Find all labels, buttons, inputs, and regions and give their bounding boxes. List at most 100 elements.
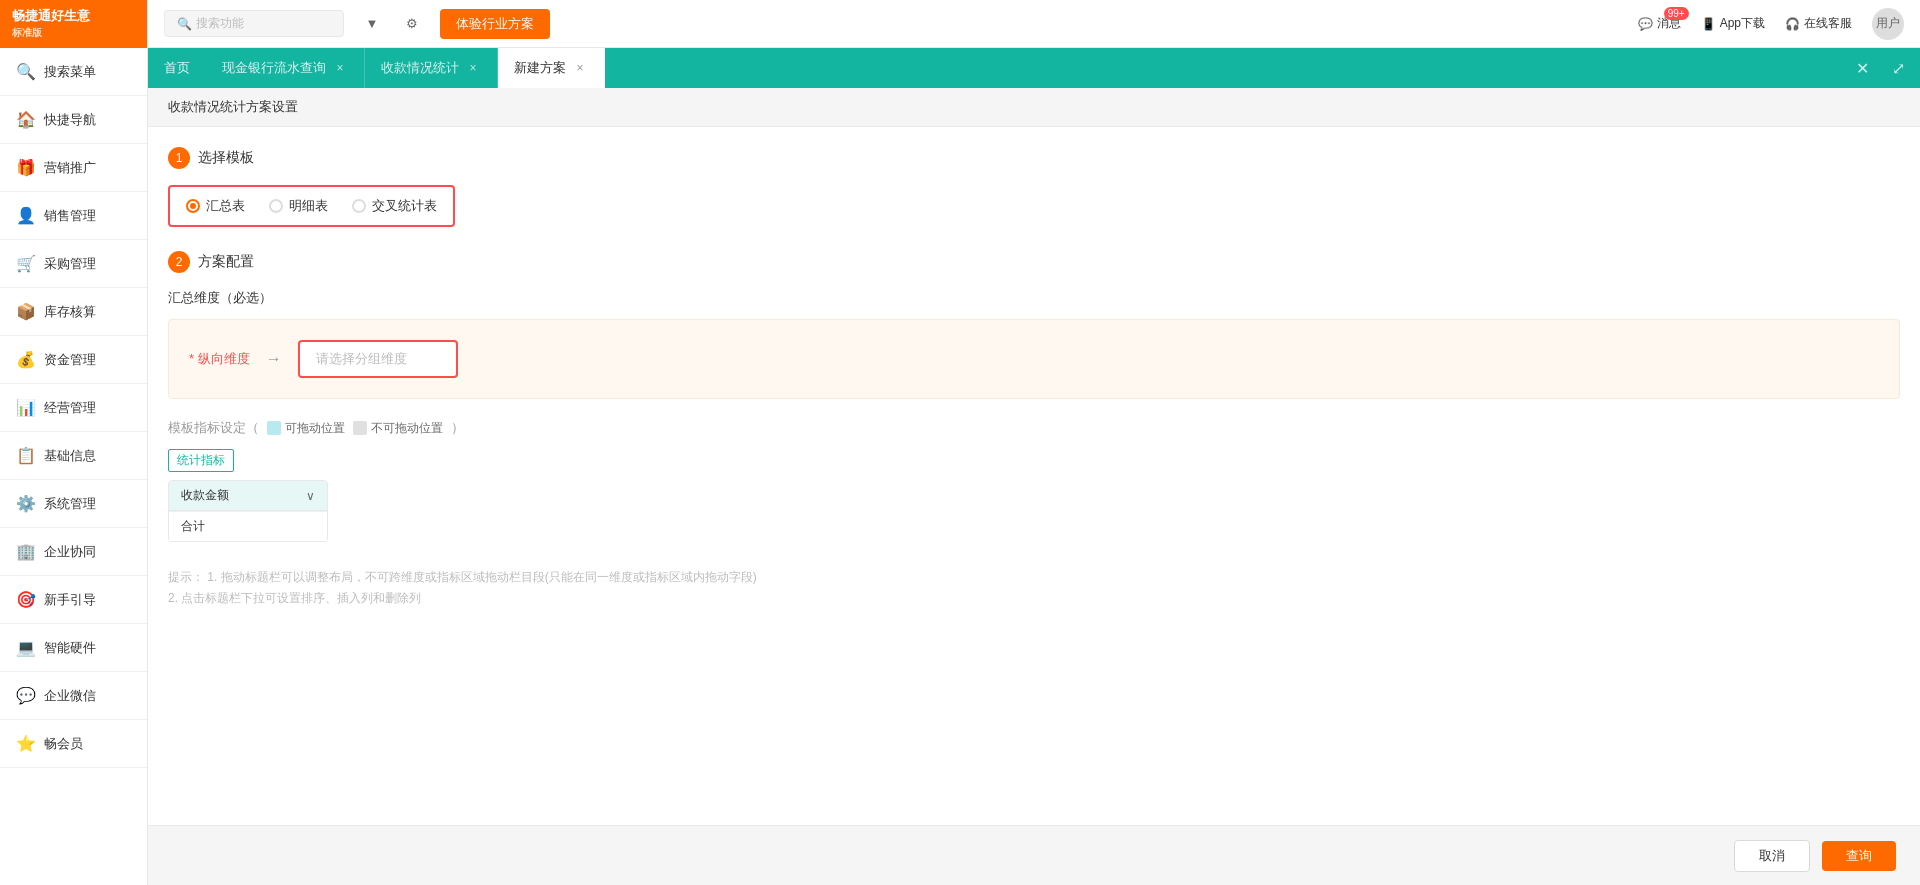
config-section: 汇总维度（必选） * 纵向维度 → 请选择分组维度 模板指标设定（ bbox=[168, 289, 1900, 607]
user-avatar[interactable]: 用户 bbox=[1872, 8, 1904, 40]
tip-item-2: 2. 点击标题栏下拉可设置排序、插入列和删除列 bbox=[168, 590, 1900, 607]
page-title: 收款情况统计方案设置 bbox=[148, 88, 1920, 127]
page-body: 1 选择模板 汇总表 明细表 交叉统计表 bbox=[148, 127, 1920, 825]
step1-title: 选择模板 bbox=[198, 149, 254, 167]
gift-icon: 🎁 bbox=[16, 158, 36, 178]
dropdown-arrow-icon[interactable]: ∨ bbox=[306, 489, 315, 503]
radio-circle-summary bbox=[186, 199, 200, 213]
sidebar-item-inventory[interactable]: 📦 库存核算 bbox=[0, 288, 147, 336]
dropdown-button[interactable]: ▼ bbox=[360, 12, 384, 36]
service-label: 在线客服 bbox=[1804, 15, 1852, 32]
radio-summary[interactable]: 汇总表 bbox=[186, 197, 245, 215]
step2-title: 方案配置 bbox=[198, 253, 254, 271]
cancel-button[interactable]: 取消 bbox=[1734, 840, 1810, 872]
sidebar-logo: 畅捷通好生意 标准版 bbox=[0, 0, 147, 48]
notification-btn[interactable]: 💬 消息 99+ bbox=[1638, 15, 1681, 32]
fixed-legend-box bbox=[353, 421, 367, 435]
indicators-section: 模板指标设定（ 可拖动位置 不可拖动位置 bbox=[168, 419, 1900, 545]
sidebar-item-label: 企业微信 bbox=[44, 687, 96, 705]
tabbar: 首页 现金银行流水查询 × 收款情况统计 × 新建方案 × ✕ ⤢ bbox=[148, 48, 1920, 88]
radio-summary-label: 汇总表 bbox=[206, 197, 245, 215]
search-icon: 🔍 bbox=[177, 17, 192, 31]
sidebar-item-label: 畅会员 bbox=[44, 735, 83, 753]
search-placeholder: 搜索功能 bbox=[196, 15, 244, 32]
logo-name: 畅捷通好生意 bbox=[12, 8, 90, 24]
expand-window-button[interactable]: ⤢ bbox=[1884, 54, 1912, 82]
indicator-header-label: 收款金额 bbox=[181, 487, 229, 504]
user-icon: 👤 bbox=[16, 206, 36, 226]
main-area: 🔍 搜索功能 ▼ ⚙ 体验行业方案 💬 消息 99+ 📱 App下载 🎧 在线客… bbox=[148, 0, 1920, 885]
new-plan-label: 新建方案 bbox=[514, 59, 566, 77]
tab-new-plan[interactable]: 新建方案 × bbox=[498, 48, 605, 88]
close-window-button[interactable]: ✕ bbox=[1848, 54, 1876, 82]
radio-detail[interactable]: 明细表 bbox=[269, 197, 328, 215]
sidebar-item-purchase[interactable]: 🛒 采购管理 bbox=[0, 240, 147, 288]
sidebar-item-label: 智能硬件 bbox=[44, 639, 96, 657]
sidebar-item-sales[interactable]: 👤 销售管理 bbox=[0, 192, 147, 240]
sidebar-item-guide[interactable]: 🎯 新手引导 bbox=[0, 576, 147, 624]
indicator-header[interactable]: 收款金额 ∨ bbox=[169, 481, 327, 511]
app-download-btn[interactable]: 📱 App下载 bbox=[1701, 15, 1765, 32]
indicator-table: 收款金额 ∨ 合计 bbox=[168, 480, 328, 542]
sidebar-item-label: 经营管理 bbox=[44, 399, 96, 417]
close-paren: ） bbox=[451, 419, 464, 437]
radio-detail-label: 明细表 bbox=[289, 197, 328, 215]
content-area: 收款情况统计方案设置 1 选择模板 汇总表 明细表 bbox=[148, 88, 1920, 825]
trial-button[interactable]: 体验行业方案 bbox=[440, 9, 550, 39]
sidebar-item-quick-nav[interactable]: 🏠 快捷导航 bbox=[0, 96, 147, 144]
sidebar-item-member[interactable]: ⭐ 畅会员 bbox=[0, 720, 147, 768]
message-icon: 💬 bbox=[1638, 17, 1653, 31]
phone-icon: 📱 bbox=[1701, 17, 1716, 31]
dimension-title: 汇总维度（必选） bbox=[168, 289, 1900, 307]
radio-cross[interactable]: 交叉统计表 bbox=[352, 197, 437, 215]
sidebar-item-label: 搜索菜单 bbox=[44, 63, 96, 81]
step2-section: 2 方案配置 汇总维度（必选） * 纵向维度 → 请选择分组维度 bbox=[168, 251, 1900, 607]
close-icon[interactable]: × bbox=[332, 60, 348, 76]
sidebar-item-label: 资金管理 bbox=[44, 351, 96, 369]
sidebar-item-enterprise[interactable]: 🏢 企业协同 bbox=[0, 528, 147, 576]
template-options: 汇总表 明细表 交叉统计表 bbox=[168, 185, 455, 227]
sidebar-item-hardware[interactable]: 💻 智能硬件 bbox=[0, 624, 147, 672]
sidebar-item-marketing[interactable]: 🎁 营销推广 bbox=[0, 144, 147, 192]
home-icon: 🏠 bbox=[16, 110, 36, 130]
chart-icon: 📊 bbox=[16, 398, 36, 418]
tab-receipt-stat[interactable]: 收款情况统计 × bbox=[365, 48, 498, 88]
query-button[interactable]: 查询 bbox=[1822, 841, 1896, 871]
sidebar-item-label: 销售管理 bbox=[44, 207, 96, 225]
search-box[interactable]: 🔍 搜索功能 bbox=[164, 10, 344, 37]
close-icon[interactable]: × bbox=[572, 60, 588, 76]
dimension-row: * 纵向维度 → 请选择分组维度 bbox=[189, 340, 1879, 378]
category-label: 统计指标 bbox=[168, 449, 234, 472]
indicators-title: 模板指标设定（ bbox=[168, 419, 259, 437]
sidebar-item-finance[interactable]: 💰 资金管理 bbox=[0, 336, 147, 384]
tab-bank-flow[interactable]: 现金银行流水查询 × bbox=[206, 48, 365, 88]
sidebar-item-label: 基础信息 bbox=[44, 447, 96, 465]
star-icon: ⭐ bbox=[16, 734, 36, 754]
avatar-text: 用户 bbox=[1876, 15, 1900, 32]
step2-header: 2 方案配置 bbox=[168, 251, 1900, 273]
gear-icon: ⚙️ bbox=[16, 494, 36, 514]
tip-item-1: 提示： 1. 拖动标题栏可以调整布局，不可跨维度或指标区域拖动栏目段(只能在同一… bbox=[168, 569, 1900, 586]
sidebar-item-operation[interactable]: 📊 经营管理 bbox=[0, 384, 147, 432]
bank-flow-label: 现金银行流水查询 bbox=[222, 59, 326, 77]
sidebar-item-system[interactable]: ⚙️ 系统管理 bbox=[0, 480, 147, 528]
box-icon: 📦 bbox=[16, 302, 36, 322]
dimension-select[interactable]: 请选择分组维度 bbox=[298, 340, 458, 378]
settings-icon[interactable]: ⚙ bbox=[400, 12, 424, 36]
radio-cross-label: 交叉统计表 bbox=[372, 197, 437, 215]
close-icon[interactable]: × bbox=[465, 60, 481, 76]
draggable-label: 可拖动位置 bbox=[285, 420, 345, 437]
sidebar-item-wechat[interactable]: 💬 企业微信 bbox=[0, 672, 147, 720]
sidebar-item-search[interactable]: 🔍 搜索菜单 bbox=[0, 48, 147, 96]
draggable-legend: 可拖动位置 bbox=[267, 420, 345, 437]
step1-num: 1 bbox=[168, 147, 190, 169]
sidebar-item-label: 库存核算 bbox=[44, 303, 96, 321]
topbar-right: 💬 消息 99+ 📱 App下载 🎧 在线客服 用户 bbox=[1638, 8, 1904, 40]
online-service-btn[interactable]: 🎧 在线客服 bbox=[1785, 15, 1852, 32]
sidebar: 畅捷通好生意 标准版 🔍 搜索菜单 🏠 快捷导航 🎁 营销推广 👤 销售管理 🛒… bbox=[0, 0, 148, 885]
notification-badge: 99+ bbox=[1664, 7, 1689, 20]
receipt-stat-label: 收款情况统计 bbox=[381, 59, 459, 77]
sidebar-item-basic-info[interactable]: 📋 基础信息 bbox=[0, 432, 147, 480]
step1-section: 1 选择模板 汇总表 明细表 交叉统计表 bbox=[168, 147, 1900, 227]
tab-home[interactable]: 首页 bbox=[148, 48, 206, 88]
